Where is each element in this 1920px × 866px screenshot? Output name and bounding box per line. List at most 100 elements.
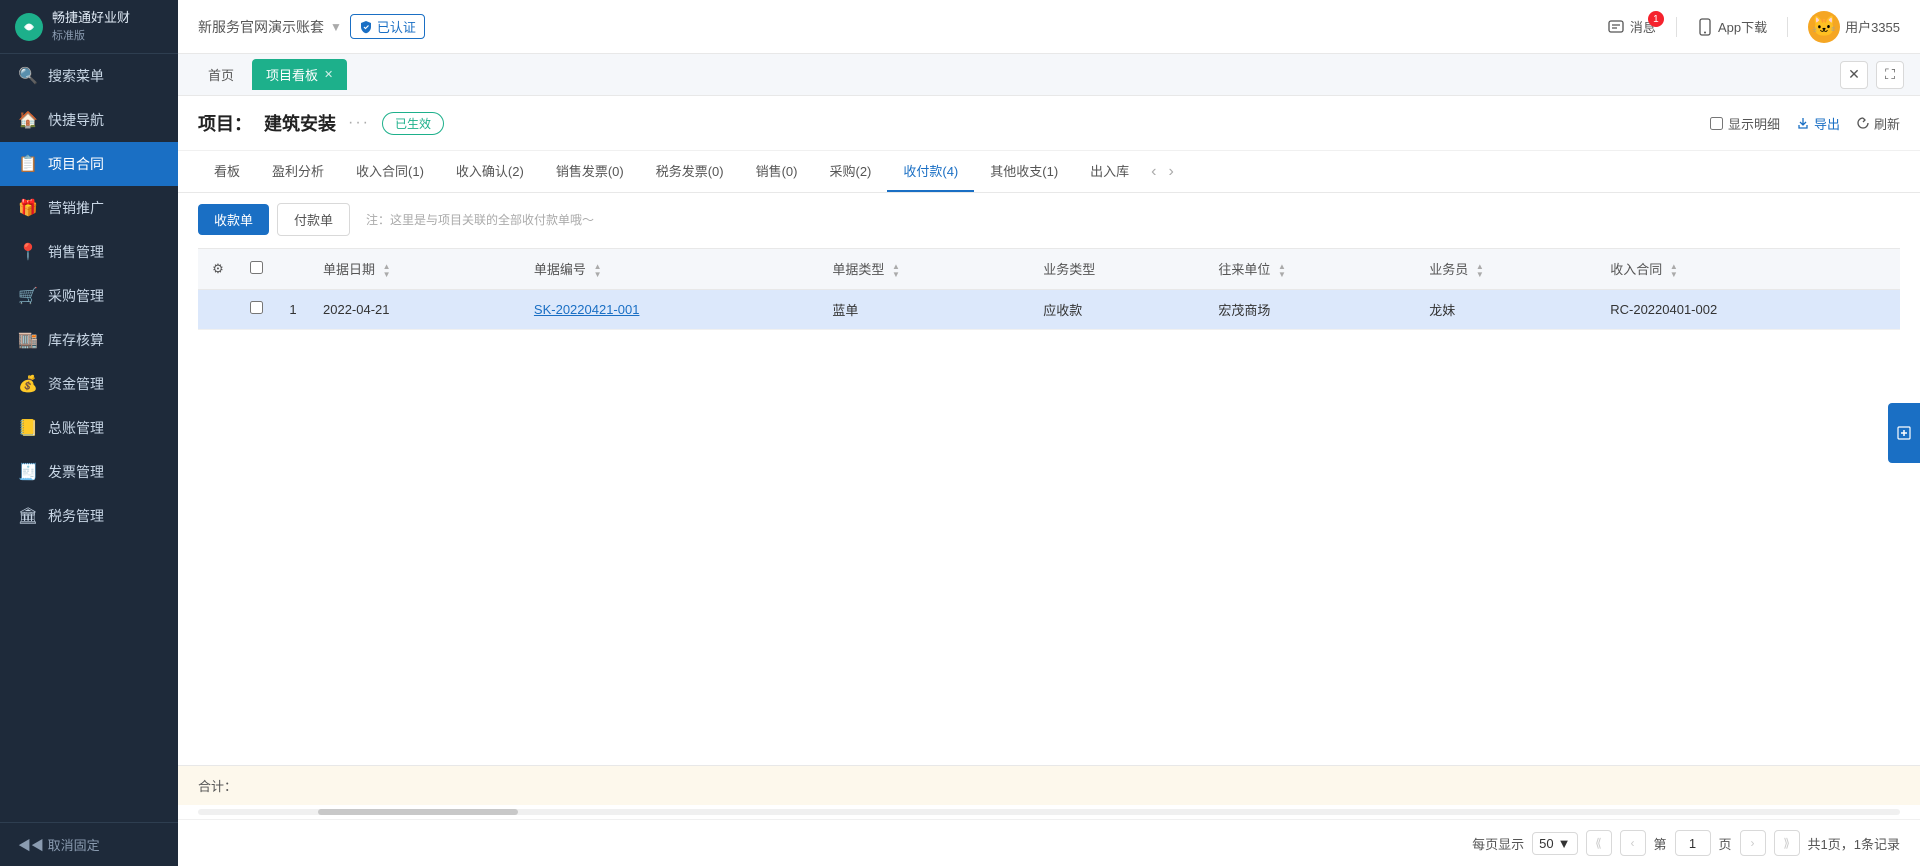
show-detail-input[interactable] [1710, 117, 1723, 130]
page-size-select[interactable]: 50 ▼ [1532, 832, 1577, 855]
page-label-pre: 第 [1654, 834, 1667, 853]
tab-project-board-label: 项目看板 [266, 65, 318, 84]
expand-window-button[interactable]: ⛶ [1876, 61, 1904, 89]
user-menu[interactable]: 🐱 用户3355 [1808, 11, 1900, 43]
sidebar-item-search[interactable]: 🔍 搜索菜单 [0, 54, 178, 98]
project-more-button[interactable]: ··· [348, 114, 370, 132]
subtab-sales-invoice[interactable]: 销售发票(0) [540, 151, 640, 192]
first-page-button[interactable]: ⟪ [1586, 830, 1612, 856]
refresh-button[interactable]: 刷新 [1856, 114, 1900, 133]
subtab-other-payment[interactable]: 其他收支(1) [974, 151, 1074, 192]
summary-row: 合计： [178, 765, 1920, 805]
subtab-sales-label: 销售(0) [756, 164, 798, 179]
message-button[interactable]: 消息 1 [1607, 17, 1656, 36]
sidebar-item-quicknav[interactable]: 🏠 快捷导航 [0, 98, 178, 142]
account-dropdown-icon: ▼ [330, 20, 342, 34]
gift-icon: 🎁 [18, 198, 38, 218]
last-page-button[interactable]: ⟫ [1774, 830, 1800, 856]
sidebar-item-label: 采购管理 [48, 286, 104, 306]
th-checkbox[interactable] [238, 249, 275, 290]
tax-icon: 🏛 [18, 506, 38, 526]
settings-icon: ⚙ [212, 261, 224, 276]
divider-2 [1787, 17, 1788, 37]
scrollbar-thumb[interactable] [318, 809, 518, 815]
tab-close-icon[interactable]: ✕ [324, 68, 333, 81]
subtab-tax-invoice-label: 税务发票(0) [656, 164, 724, 179]
th-settings[interactable]: ⚙ [198, 249, 238, 290]
scrollbar-track[interactable] [198, 809, 1900, 815]
sidebar-item-ledger[interactable]: 📒 总账管理 [0, 406, 178, 450]
subtab-profit[interactable]: 盈利分析 [256, 151, 340, 192]
sidebar-unpin-button[interactable]: ◀◀ 取消固定 [0, 822, 178, 866]
subtab-payment-label: 收付款(4) [903, 164, 958, 179]
th-type-label: 单据类型 [832, 262, 884, 277]
project-title-area: 项目： 建筑安装 ··· 已生效 [198, 110, 444, 136]
subtab-sales[interactable]: 销售(0) [740, 151, 814, 192]
edit-float-icon [1896, 425, 1912, 441]
account-name: 新服务官网演示账套 [198, 17, 324, 37]
subtab-income-contract[interactable]: 收入合同(1) [340, 151, 440, 192]
th-date[interactable]: 单据日期 ▲▼ [311, 249, 522, 290]
sidebar-item-project-contract[interactable]: 📋 项目合同 [0, 142, 178, 186]
sidebar-item-sales[interactable]: 📍 销售管理 [0, 230, 178, 274]
td-checkbox[interactable] [238, 289, 275, 329]
sidebar-item-purchase[interactable]: 🛒 采购管理 [0, 274, 178, 318]
subtabs: 看板 盈利分析 收入合同(1) 收入确认(2) 销售发票(0) 税务发票(0) [178, 151, 1920, 193]
page-size-value: 50 [1539, 836, 1553, 851]
subtab-purchase[interactable]: 采购(2) [813, 151, 887, 192]
verified-badge: 已认证 [350, 14, 425, 39]
show-detail-label: 显示明细 [1728, 114, 1780, 133]
subtab-inout[interactable]: 出入库 [1074, 151, 1145, 192]
td-number[interactable]: SK-20220421-001 [522, 289, 820, 329]
table-row[interactable]: 1 2022-04-21 SK-20220421-001 蓝单 [198, 289, 1900, 329]
subtab-income-confirm[interactable]: 收入确认(2) [440, 151, 540, 192]
next-page-button[interactable]: › [1740, 830, 1766, 856]
sidebar-item-invoice[interactable]: 🧾 发票管理 [0, 450, 178, 494]
close-window-button[interactable]: ✕ [1840, 61, 1868, 89]
export-button[interactable]: 导出 [1796, 114, 1840, 133]
inner-tab-payment-label: 付款单 [294, 213, 333, 228]
subtab-kanban[interactable]: 看板 [198, 151, 256, 192]
inventory-icon: 🏬 [18, 330, 38, 350]
current-page-input[interactable] [1675, 830, 1711, 856]
row-checkbox[interactable] [250, 301, 263, 314]
right-float-button[interactable] [1888, 403, 1920, 463]
inner-tab-payment[interactable]: 付款单 [277, 203, 350, 236]
th-partner[interactable]: 往来单位 ▲▼ [1206, 249, 1417, 290]
subtab-tax-invoice[interactable]: 税务发票(0) [640, 151, 740, 192]
sidebar-item-inventory[interactable]: 🏬 库存核算 [0, 318, 178, 362]
table-area: ⚙ 单据日期 ▲▼ 单据编号 [178, 248, 1920, 765]
inner-tab-receipt[interactable]: 收款单 [198, 204, 269, 235]
sidebar-item-tax[interactable]: 🏛 税务管理 [0, 494, 178, 538]
export-icon [1796, 116, 1810, 130]
scrollbar-area [178, 805, 1920, 819]
tab-project-board[interactable]: 项目看板 ✕ [252, 59, 347, 90]
search-icon: 🔍 [18, 66, 38, 86]
sidebar-item-label: 税务管理 [48, 506, 104, 526]
app-name: 畅捷通好业财 [52, 10, 130, 27]
th-number[interactable]: 单据编号 ▲▼ [522, 249, 820, 290]
summary-label: 合计： [198, 776, 237, 795]
tab-home[interactable]: 首页 [194, 59, 248, 90]
show-detail-checkbox[interactable]: 显示明细 [1710, 114, 1780, 133]
project-header: 项目： 建筑安装 ··· 已生效 显示明细 导出 [178, 96, 1920, 151]
row-number-link[interactable]: SK-20220421-001 [534, 302, 640, 317]
refresh-icon [1856, 116, 1870, 130]
ledger-icon: 📒 [18, 418, 38, 438]
sidebar-scroll: 🔍 搜索菜单 🏠 快捷导航 📋 项目合同 🎁 营销推广 📍 销售管理 🛒 采购管… [0, 54, 178, 822]
mobile-icon [1697, 18, 1713, 36]
app-download-button[interactable]: App下载 [1697, 17, 1767, 36]
sidebar-item-funds[interactable]: 💰 资金管理 [0, 362, 178, 406]
th-income-contract[interactable]: 收入合同 ▲▼ [1598, 249, 1900, 290]
sidebar-item-marketing[interactable]: 🎁 营销推广 [0, 186, 178, 230]
th-type[interactable]: 单据类型 ▲▼ [820, 249, 1031, 290]
subtab-next-arrow[interactable]: › [1163, 153, 1180, 191]
subtab-prev-arrow[interactable]: ‹ [1145, 153, 1162, 191]
subtab-payment[interactable]: 收付款(4) [887, 151, 974, 192]
th-salesperson[interactable]: 业务员 ▲▼ [1417, 249, 1598, 290]
select-all-checkbox[interactable] [250, 261, 263, 274]
subtab-income-confirm-label: 收入确认(2) [456, 164, 524, 179]
prev-page-button[interactable]: ‹ [1620, 830, 1646, 856]
sort-arrows-income-contract: ▲▼ [1670, 263, 1678, 279]
account-selector[interactable]: 新服务官网演示账套 ▼ [198, 17, 342, 37]
